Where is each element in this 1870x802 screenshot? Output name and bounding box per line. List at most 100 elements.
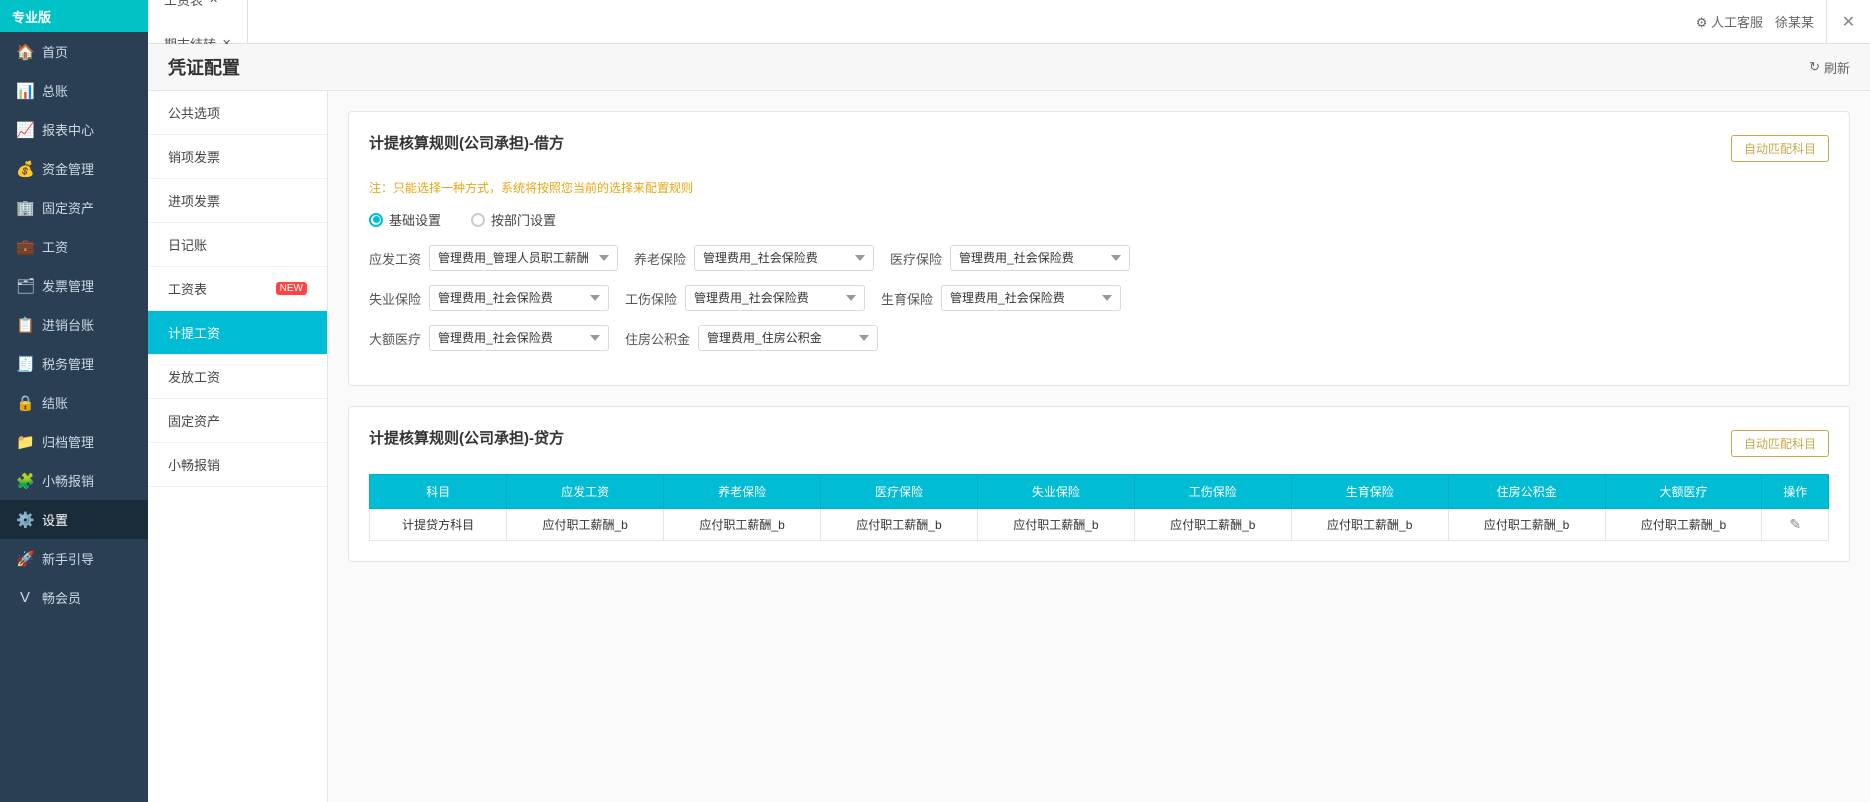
sidebar-item-general-ledger[interactable]: 📊总账 (0, 71, 148, 110)
left-nav-item-public-options[interactable]: 公共选项 (148, 91, 327, 135)
left-nav-item-expense-nav[interactable]: 小畅报销 (148, 443, 327, 487)
tab-label-payroll-table: 工资表 (164, 0, 203, 9)
injury-select[interactable]: 管理费用_社会保险费 (685, 285, 865, 311)
sidebar-label-reports: 报表中心 (42, 120, 94, 139)
tab-payroll-table[interactable]: 工资表 ✕ (148, 0, 248, 22)
cell-col-7: 应付职工薪酬_b (1605, 509, 1762, 541)
left-nav-item-accrued-payroll[interactable]: 计提工资 (148, 311, 327, 355)
topbar: 首页工资表✕期末结转✕凭证配置✕ ⚙ 人工客服 徐某某 ✕ (148, 0, 1870, 44)
debit-section-note: 注：只能选择一种方式，系统将按照您当前的选择来配置规则 (369, 179, 1829, 196)
sidebar-item-tax[interactable]: 🧾 税务管理 (0, 344, 148, 383)
th-生育保险: 生育保险 (1291, 475, 1448, 509)
sidebar-item-home[interactable]: 🏠首页 (0, 32, 148, 71)
debit-form-row-2: 失业保险 管理费用_社会保险费 工伤保险 管理费用_社会保险费 生育保险 (369, 285, 1829, 311)
maternity-label: 生育保险 (881, 289, 933, 308)
left-nav-item-debit-invoice[interactable]: 进项发票 (148, 179, 327, 223)
field-pension: 养老保险 管理费用_社会保险费 (634, 245, 874, 271)
refresh-label: 刷新 (1824, 58, 1850, 77)
debit-form-row-3: 大额医疗 管理费用_社会保险费 住房公积金 管理费用_住房公积金 (369, 325, 1829, 351)
left-nav-item-payroll-table[interactable]: 工资表NEW (148, 267, 327, 311)
th-应发工资: 应发工资 (507, 475, 664, 509)
sidebar-label-fixed-assets: 固定资产 (42, 198, 94, 217)
topbar-right: ⚙ 人工客服 徐某某 (1696, 12, 1826, 31)
salary-select[interactable]: 管理费用_管理人员职工薪酬 (429, 245, 618, 271)
radio-basic[interactable]: 基础设置 (369, 210, 441, 229)
left-nav-label-fixed-assets-nav: 固定资产 (168, 411, 220, 430)
housing-fund-select[interactable]: 管理费用_住房公积金 (698, 325, 878, 351)
sidebar-item-expense[interactable]: 🧩 小畅报销 (0, 461, 148, 500)
sidebar-label-archive: 归档管理 (42, 432, 94, 451)
radio-basic-label: 基础设置 (389, 210, 441, 229)
sidebar-icon-finance: 💰 (16, 160, 34, 178)
debit-auto-match-button[interactable]: 自动匹配科目 (1731, 135, 1829, 162)
sidebar-label-purchase-sale: 进销台账 (42, 315, 94, 334)
housing-fund-label: 住房公积金 (625, 329, 690, 348)
medical-select[interactable]: 管理费用_社会保险费 (950, 245, 1130, 271)
sidebar-icon-settings: ⚙️ (16, 511, 34, 529)
injury-label: 工伤保险 (625, 289, 677, 308)
left-nav-item-distribute-payroll[interactable]: 发放工资 (148, 355, 327, 399)
left-nav-item-credit-invoice[interactable]: 销项发票 (148, 135, 327, 179)
th-操作: 操作 (1762, 475, 1829, 509)
sidebar-icon-guide: 🚀 (16, 550, 34, 568)
left-nav-label-journal: 日记账 (168, 235, 207, 254)
field-medical: 医疗保险 管理费用_社会保险费 (890, 245, 1130, 271)
credit-auto-match-button[interactable]: 自动匹配科目 (1731, 430, 1829, 457)
credit-section-header: 计提核算规则(公司承担)-贷方 自动匹配科目 (369, 427, 1829, 460)
th-大额医疗: 大额医疗 (1605, 475, 1762, 509)
sidebar-item-invoice[interactable]: 🗂发票管理 (0, 266, 148, 305)
unemployment-label: 失业保险 (369, 289, 421, 308)
left-nav-label-public-options: 公共选项 (168, 103, 220, 122)
sidebar-icon-expense: 🧩 (16, 472, 34, 490)
page-header: 凭证配置 ↻ 刷新 (148, 44, 1870, 91)
debit-form-row-1: 应发工资 管理费用_管理人员职工薪酬 养老保险 管理费用_社会保险费 医疗保险 (369, 245, 1829, 271)
left-nav: 公共选项销项发票进项发票日记账工资表NEW计提工资发放工资固定资产小畅报销 (148, 91, 328, 802)
medical-label: 医疗保险 (890, 249, 942, 268)
table-row: 计提贷方科目应付职工薪酬_b应付职工薪酬_b应付职工薪酬_b应付职工薪酬_b应付… (370, 509, 1829, 541)
refresh-button[interactable]: ↻ 刷新 (1809, 58, 1850, 77)
sidebar-icon-fixed-assets: 🏢 (16, 199, 34, 217)
sidebar-item-finance[interactable]: 💰 资金管理 (0, 149, 148, 188)
sidebar-item-payroll[interactable]: 💼工资 (0, 227, 148, 266)
user-name: 徐某某 (1775, 12, 1814, 31)
sidebar-icon-tax: 🧾 (16, 355, 34, 373)
pension-select[interactable]: 管理费用_社会保险费 (694, 245, 874, 271)
cell-action[interactable]: ✎ (1762, 509, 1829, 541)
sidebar-icon-purchase-sale: 📋 (16, 316, 34, 334)
sidebar-item-settings[interactable]: ⚙️设置 (0, 500, 148, 539)
major-medical-select[interactable]: 管理费用_社会保险费 (429, 325, 609, 351)
sidebar-label-guide: 新手引导 (42, 549, 94, 568)
th-医疗保险: 医疗保险 (821, 475, 978, 509)
left-nav-label-debit-invoice: 进项发票 (168, 191, 220, 210)
field-housing-fund: 住房公积金 管理费用_住房公积金 (625, 325, 878, 351)
edit-icon[interactable]: ✎ (1789, 516, 1801, 532)
sidebar-item-guide[interactable]: 🚀 新手引导 (0, 539, 148, 578)
radio-department[interactable]: 按部门设置 (471, 210, 556, 229)
new-badge-payroll-table: NEW (276, 282, 307, 295)
unemployment-select[interactable]: 管理费用_社会保险费 (429, 285, 609, 311)
sidebar-label-expense: 小畅报销 (42, 471, 94, 490)
th-失业保险: 失业保险 (977, 475, 1134, 509)
sidebar-item-fixed-assets[interactable]: 🏢 固定资产 (0, 188, 148, 227)
sidebar-item-purchase-sale[interactable]: 📋 进销台账 (0, 305, 148, 344)
salary-label: 应发工资 (369, 249, 421, 268)
left-nav-item-journal[interactable]: 日记账 (148, 223, 327, 267)
sidebar-item-closing[interactable]: 🔒结账 (0, 383, 148, 422)
brand-label: 专业版 (12, 7, 51, 26)
sidebar-icon-vip: V (16, 589, 34, 606)
sidebar-item-reports[interactable]: 📈报表中心 (0, 110, 148, 149)
left-nav-item-fixed-assets-nav[interactable]: 固定资产 (148, 399, 327, 443)
sidebar-item-vip[interactable]: V畅会员 (0, 578, 148, 617)
page-title: 凭证配置 (168, 54, 240, 80)
sidebar-label-finance: 资金管理 (42, 159, 94, 178)
maternity-select[interactable]: 管理费用_社会保险费 (941, 285, 1121, 311)
sidebar-item-archive[interactable]: 📁归档管理 (0, 422, 148, 461)
brand-header: 专业版 (0, 0, 148, 32)
debit-section-header: 计提核算规则(公司承担)-借方 自动匹配科目 (369, 132, 1829, 165)
window-close-button[interactable]: ✕ (1826, 0, 1870, 44)
tab-close-payroll-table[interactable]: ✕ (209, 0, 218, 6)
sidebar-label-tax: 税务管理 (42, 354, 94, 373)
field-major-medical: 大额医疗 管理费用_社会保险费 (369, 325, 609, 351)
sidebar-label-payroll: 工资 (42, 237, 68, 256)
sidebar: 专业版 🏠首页📊总账📈报表中心 💰 资金管理 🏢 固定资产 💼工资🗂发票管理 📋 进销台账 🧾 税… (0, 0, 148, 802)
